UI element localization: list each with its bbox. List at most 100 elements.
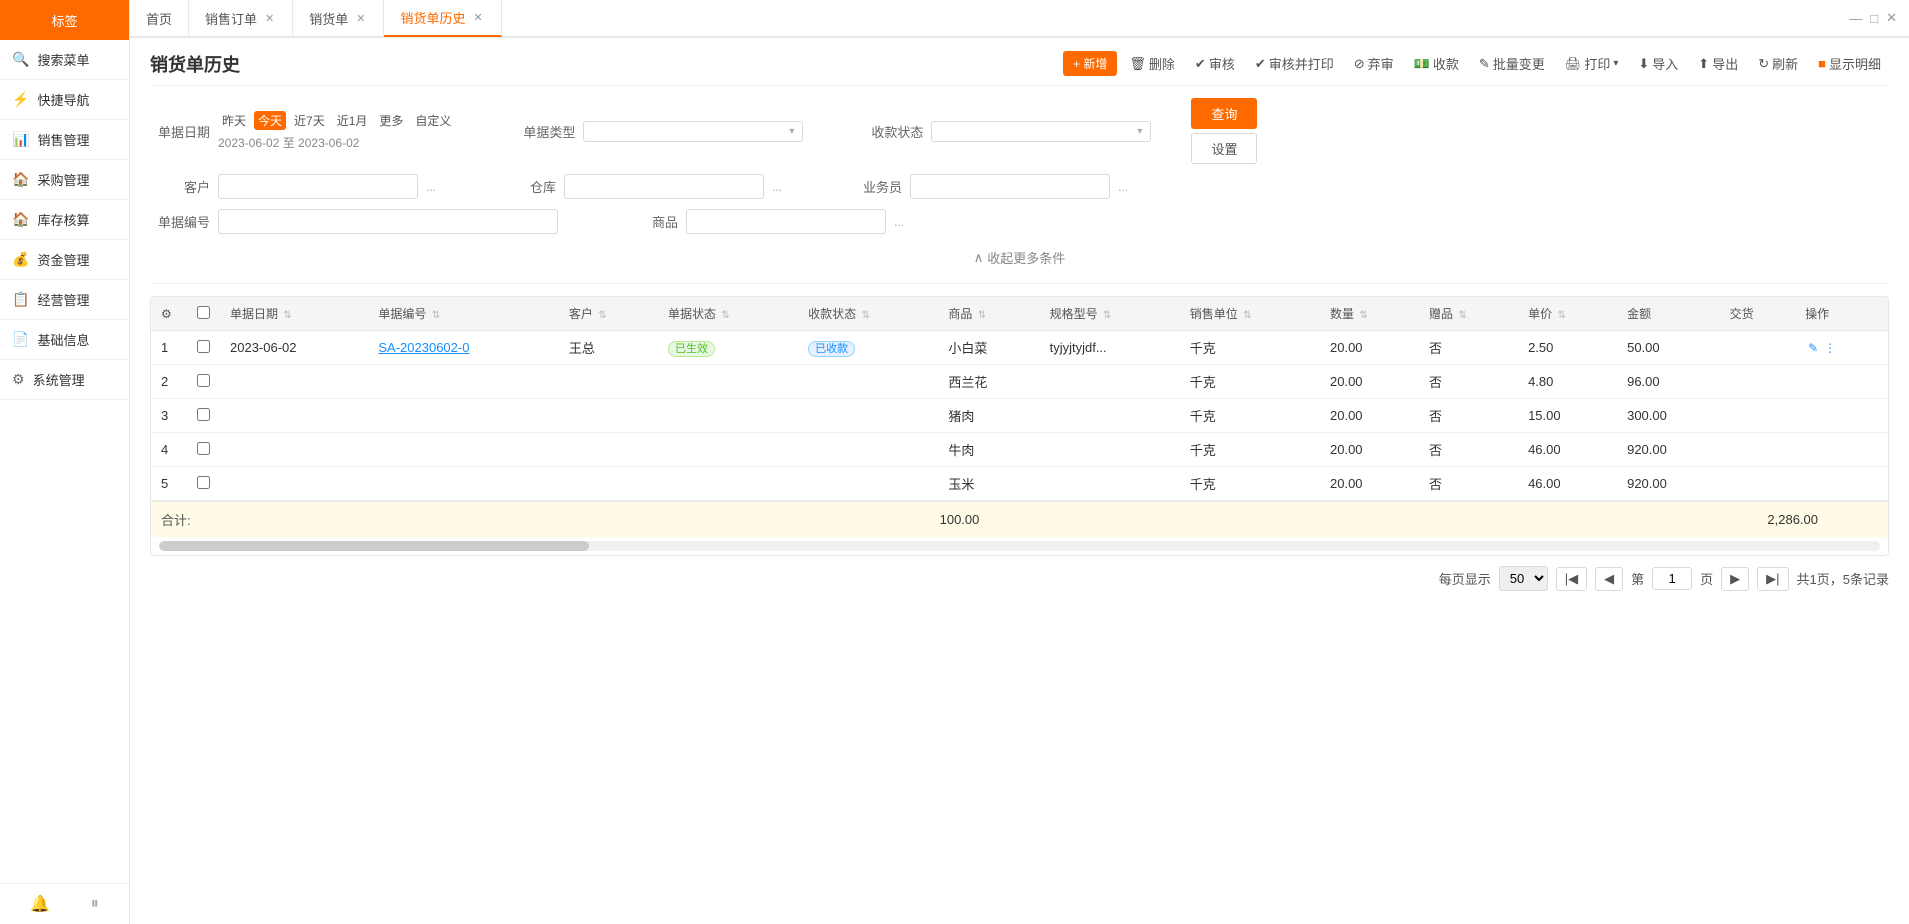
tab-sales-goods[interactable]: 销货单 ✕ (293, 0, 384, 37)
doc-no-link[interactable]: SA-20230602-0 (378, 340, 469, 355)
close-sales-goods-tab[interactable]: ✕ (354, 12, 367, 25)
row-doc-no[interactable] (368, 399, 559, 433)
new-btn[interactable]: + 新增 (1063, 51, 1117, 76)
sidebar-bottom-icon1[interactable]: 🔔 (30, 894, 50, 914)
date-filter-group: 昨天 今天 近7天 近1月 更多 自定义 2023-06-02 至 2023-0… (218, 111, 455, 151)
maximize-window-btn[interactable]: □ (1870, 11, 1878, 26)
date-tab-more[interactable]: 更多 (375, 111, 407, 130)
tab-sales-history[interactable]: 销货单历史 ✕ (384, 0, 501, 37)
row-checkbox[interactable] (187, 467, 220, 501)
row-doc-no[interactable]: SA-20230602-0 (368, 331, 559, 365)
batch-change-btn[interactable]: ✎ 批量变更 (1471, 50, 1553, 77)
page-number-input[interactable] (1652, 567, 1692, 590)
collapse-btn[interactable]: ∧ 收起更多条件 (150, 244, 1889, 271)
row-select-checkbox[interactable] (197, 476, 210, 489)
filter-settings-btn[interactable]: 设置 (1191, 133, 1257, 164)
col-doc-status[interactable]: 单据状态 ⇅ (658, 297, 798, 331)
agent-input[interactable] (910, 174, 1110, 199)
prev-page-btn[interactable]: ◀ (1595, 567, 1623, 591)
col-customer[interactable]: 客户 ⇅ (559, 297, 658, 331)
sidebar-item-search[interactable]: 🔍 搜索菜单 (0, 40, 129, 80)
date-tab-custom[interactable]: 自定义 (411, 111, 455, 130)
row-doc-no[interactable] (368, 433, 559, 467)
row-select-checkbox[interactable] (197, 408, 210, 421)
col-pay-status[interactable]: 收款状态 ⇅ (798, 297, 938, 331)
table-header-row: ⚙ 单据日期 ⇅ 单据编号 ⇅ 客户 ⇅ 单据状态 ⇅ 收款状态 ⇅ 商品 ⇅ … (151, 297, 1888, 331)
footer-total-label: 合计: (161, 510, 241, 529)
row-select-checkbox[interactable] (197, 340, 210, 353)
refresh-icon: ↻ (1758, 56, 1769, 72)
close-sales-history-tab[interactable]: ✕ (472, 11, 485, 24)
abandon-btn[interactable]: ⊘ 弃审 (1346, 50, 1402, 77)
audit-btn[interactable]: ✔ 审核 (1187, 50, 1243, 77)
row-checkbox[interactable] (187, 433, 220, 467)
row-doc-no[interactable] (368, 467, 559, 501)
refresh-btn[interactable]: ↻ 刷新 (1750, 50, 1806, 77)
col-qty[interactable]: 数量 ⇅ (1320, 297, 1419, 331)
audit-print-btn[interactable]: ✔ 审核并打印 (1247, 50, 1342, 77)
doc-no-input[interactable] (218, 209, 558, 234)
sidebar-top-label[interactable]: 标签 (0, 0, 129, 40)
col-settings[interactable]: ⚙ (151, 297, 187, 331)
close-window-btn[interactable]: — (1849, 11, 1862, 26)
col-goods[interactable]: 商品 ⇅ (938, 297, 1039, 331)
collect-btn[interactable]: 💵 收款 (1406, 50, 1467, 77)
sidebar-item-purchase-mgmt[interactable]: 🏠 采购管理 (0, 160, 129, 200)
export-btn[interactable]: ⬆ 导出 (1690, 50, 1746, 77)
customer-input[interactable] (218, 174, 418, 199)
row-customer (559, 365, 658, 399)
goods-input[interactable] (686, 209, 886, 234)
col-date[interactable]: 单据日期 ⇅ (220, 297, 368, 331)
per-page-select[interactable]: 50 (1499, 566, 1548, 591)
sidebar-item-sales-mgmt[interactable]: 📊 销售管理 (0, 120, 129, 160)
close-sales-order-tab[interactable]: ✕ (263, 12, 276, 25)
first-page-btn[interactable]: |◀ (1556, 567, 1587, 591)
col-doc-no[interactable]: 单据编号 ⇅ (368, 297, 559, 331)
sidebar-item-sys-mgmt[interactable]: ⚙ 系统管理 (0, 360, 129, 400)
customer-ellipsis[interactable]: ... (426, 180, 436, 194)
edit-action-btn[interactable]: ✎ (1808, 341, 1818, 355)
tab-sales-order[interactable]: 销售订单 ✕ (189, 0, 293, 37)
horizontal-scrollbar[interactable] (159, 541, 1880, 551)
col-price[interactable]: 单价 ⇅ (1518, 297, 1617, 331)
close-app-btn[interactable]: ✕ (1886, 10, 1897, 26)
sidebar-item-inventory[interactable]: 🏠 库存核算 (0, 200, 129, 240)
goods-ellipsis[interactable]: ... (894, 215, 904, 229)
col-gift[interactable]: 赠品 ⇅ (1419, 297, 1518, 331)
row-doc-no[interactable] (368, 365, 559, 399)
date-tab-yesterday[interactable]: 昨天 (218, 111, 250, 130)
date-tab-1month[interactable]: 近1月 (333, 111, 372, 130)
delete-btn[interactable]: 🗑 删除 (1121, 50, 1183, 77)
col-spec[interactable]: 规格型号 ⇅ (1040, 297, 1180, 331)
more-action-btn[interactable]: ⋮ (1824, 341, 1836, 355)
date-tab-7days[interactable]: 近7天 (290, 111, 329, 130)
select-all-checkbox[interactable] (197, 306, 210, 319)
sidebar-item-quick-nav[interactable]: ⚡ 快捷导航 (0, 80, 129, 120)
row-qty: 20.00 (1320, 331, 1419, 365)
sidebar-bottom-icon2[interactable]: ⏸ (91, 895, 99, 913)
row-select-checkbox[interactable] (197, 442, 210, 455)
print-btn[interactable]: 🖨 打印 ▾ (1557, 50, 1627, 77)
row-checkbox[interactable] (187, 331, 220, 365)
warehouse-input[interactable] (564, 174, 764, 199)
table-row: 3猪肉千克20.00否15.00300.00 (151, 399, 1888, 433)
sidebar-item-basic-info[interactable]: 📄 基础信息 (0, 320, 129, 360)
warehouse-filter: 仓库 ... (496, 174, 782, 199)
agent-ellipsis[interactable]: ... (1118, 180, 1128, 194)
show-detail-btn[interactable]: ■ 显示明细 (1810, 50, 1889, 77)
row-checkbox[interactable] (187, 399, 220, 433)
import-btn[interactable]: ⬇ 导入 (1630, 50, 1686, 77)
row-checkbox[interactable] (187, 365, 220, 399)
doc-type-select[interactable]: ▾ (583, 121, 803, 142)
last-page-btn[interactable]: ▶| (1757, 567, 1788, 591)
tab-home[interactable]: 首页 (130, 0, 189, 37)
warehouse-ellipsis[interactable]: ... (772, 180, 782, 194)
query-btn[interactable]: 查询 (1191, 98, 1257, 129)
sidebar-item-capital-mgmt[interactable]: 💰 资金管理 (0, 240, 129, 280)
pay-status-select[interactable]: ▾ (931, 121, 1151, 142)
col-unit[interactable]: 销售单位 ⇅ (1180, 297, 1320, 331)
sidebar-item-business-mgmt[interactable]: 📋 经营管理 (0, 280, 129, 320)
next-page-btn[interactable]: ▶ (1721, 567, 1749, 591)
row-select-checkbox[interactable] (197, 374, 210, 387)
date-tab-today[interactable]: 今天 (254, 111, 286, 130)
